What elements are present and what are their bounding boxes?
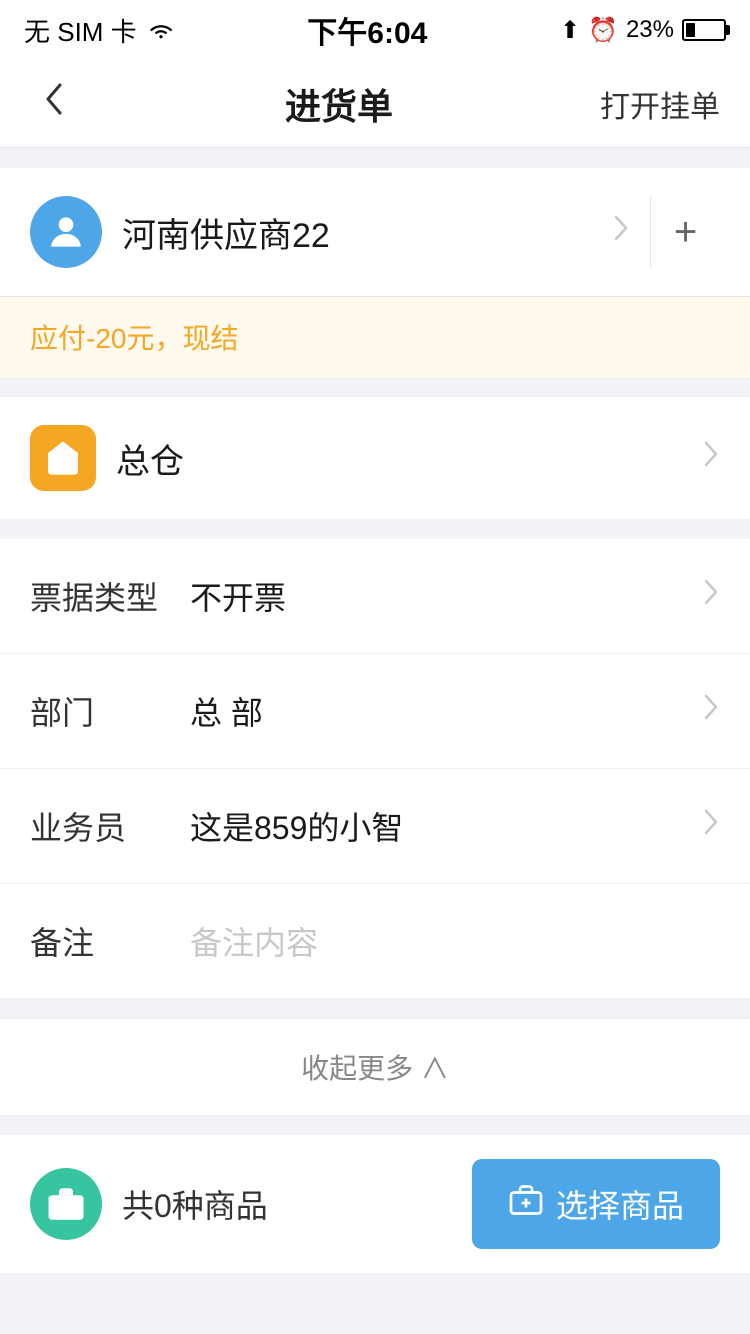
department-row[interactable]: 部门 总 部 [0,654,750,769]
remark-row[interactable]: 备注 备注内容 [0,884,750,998]
section-gap-1 [0,148,750,168]
supplier-avatar [30,196,102,268]
remark-label: 备注 [30,918,170,964]
warehouse-section: 总仓 [0,397,750,519]
status-bar-time: 下午6:04 [307,8,427,52]
remark-placeholder: 备注内容 [170,918,720,964]
bill-type-label: 票据类型 [30,573,170,619]
add-supplier-button[interactable]: + [650,197,720,267]
bill-type-arrow-icon [702,577,720,615]
page-title: 进货单 [285,78,393,130]
bill-type-value: 不开票 [170,573,702,619]
section-gap-2 [0,377,750,397]
status-bar-left: 无 SIM 卡 [24,12,175,49]
salesman-label: 业务员 [30,803,170,849]
supplier-row[interactable]: 河南供应商22 + [0,168,750,297]
back-button[interactable] [30,67,78,140]
salesman-row[interactable]: 业务员 这是859的小智 [0,769,750,884]
collapse-bar[interactable]: 收起更多 ∧ [0,1018,750,1115]
nav-bar: 进货单 打开挂单 [0,60,750,148]
status-bar: 无 SIM 卡 下午6:04 ⬆ ⏰ 23% [0,0,750,60]
alarm-icon: ⏰ [588,16,618,45]
supplier-section: 河南供应商22 + 应付-20元，现结 [0,168,750,377]
warehouse-arrow-icon [702,439,720,477]
location-icon: ⬆ [560,16,580,45]
product-icon [30,1168,102,1240]
department-value: 总 部 [170,688,702,734]
select-product-icon [508,1182,544,1226]
supplier-arrow-icon [612,213,630,251]
department-arrow-icon [702,692,720,730]
battery-label: 23% [626,16,674,44]
notice-bar: 应付-20元，现结 [0,297,750,377]
wifi-icon [147,15,175,46]
form-section: 票据类型 不开票 部门 总 部 业务员 这是859的小智 备注 备注内容 [0,539,750,998]
product-bar: 共0种商品 选择商品 [0,1135,750,1273]
open-pending-button[interactable]: 打开挂单 [600,82,720,126]
salesman-value: 这是859的小智 [170,803,702,849]
product-count: 共0种商品 [122,1181,472,1227]
supplier-name: 河南供应商22 [122,208,612,257]
bill-type-row[interactable]: 票据类型 不开票 [0,539,750,654]
battery-icon [682,19,726,41]
select-product-label: 选择商品 [556,1181,684,1227]
select-product-button[interactable]: 选择商品 [472,1159,720,1249]
warehouse-name: 总仓 [116,434,702,483]
warehouse-icon [30,425,96,491]
status-bar-right: ⬆ ⏰ 23% [560,16,726,45]
department-label: 部门 [30,688,170,734]
salesman-arrow-icon [702,807,720,845]
carrier-label: 无 SIM 卡 [24,12,137,49]
warehouse-row[interactable]: 总仓 [0,397,750,519]
